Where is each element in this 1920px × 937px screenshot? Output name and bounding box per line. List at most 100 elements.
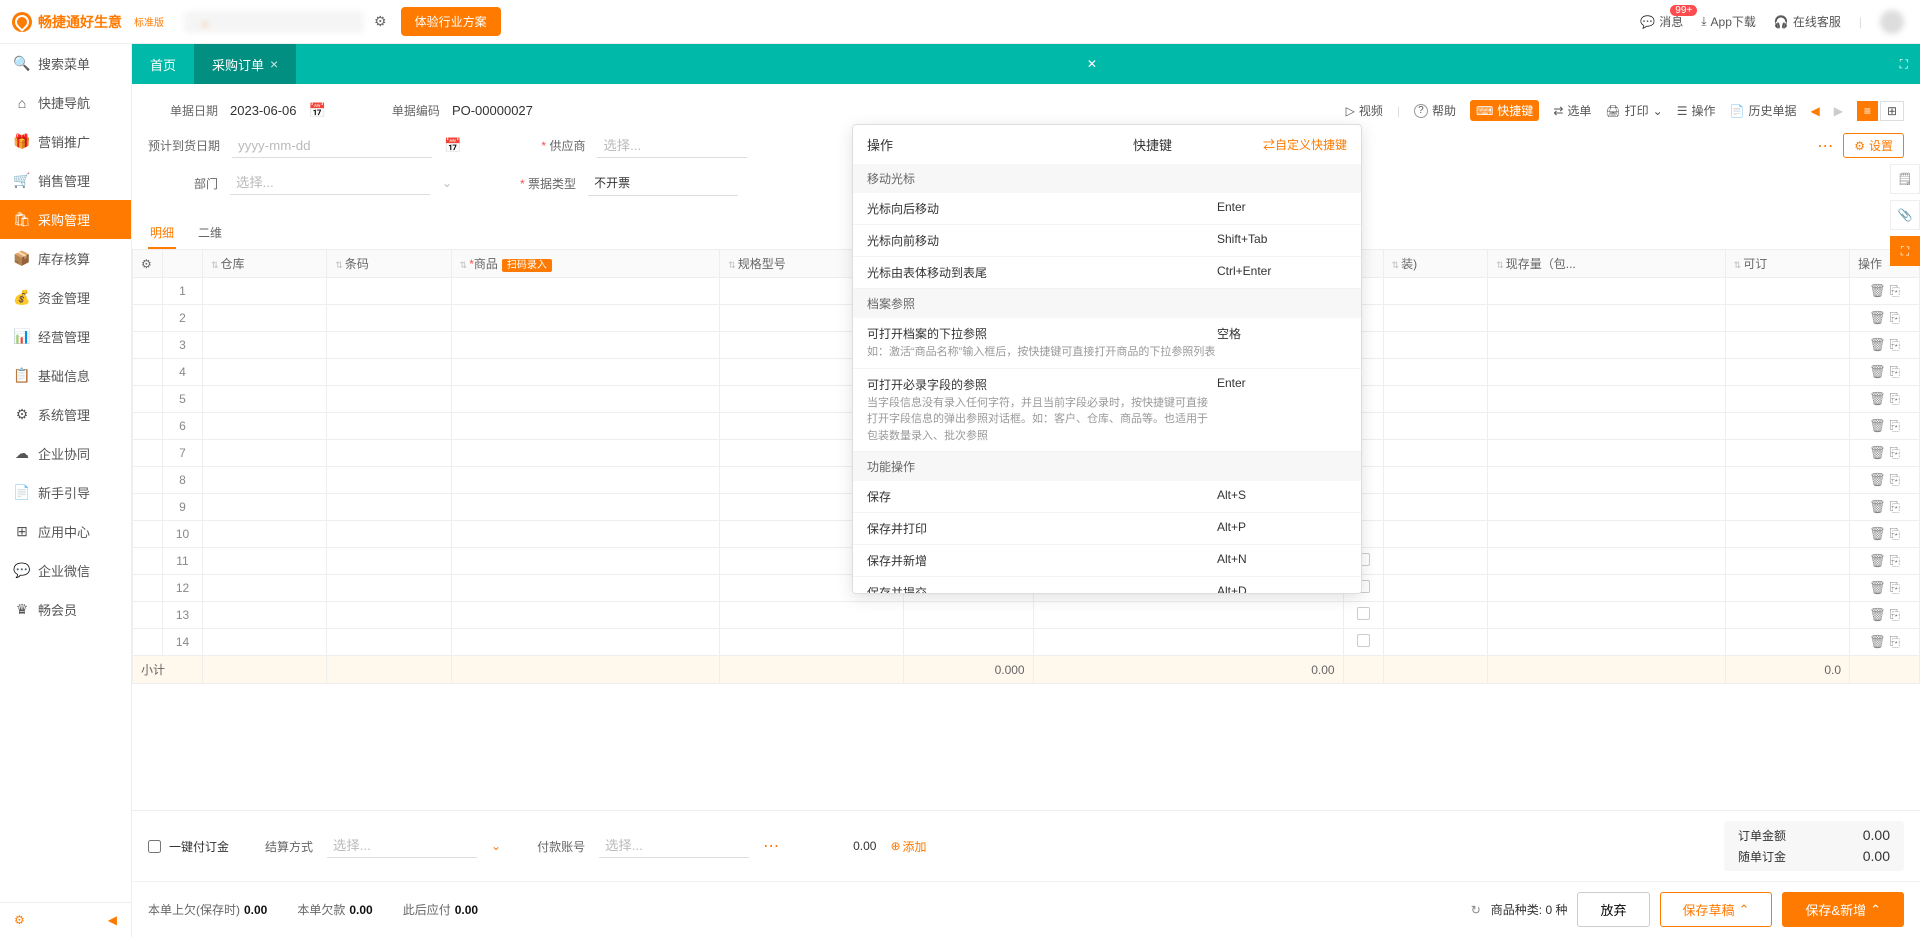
sidebar-item[interactable]: ♛畅会员 [0, 590, 131, 629]
copy-icon[interactable]: ⎘ [1890, 364, 1900, 379]
save-draft-button[interactable]: 保存草稿⌃ [1660, 892, 1773, 927]
col-avail[interactable]: 可订 [1725, 250, 1849, 278]
view-grid[interactable]: ⊞ [1880, 101, 1904, 121]
copy-icon[interactable]: ⎘ [1890, 499, 1900, 514]
gear-icon[interactable]: ⚙ [374, 13, 387, 30]
checkbox[interactable] [1357, 634, 1370, 647]
eta-input[interactable] [232, 134, 432, 158]
custom-shortcut-button[interactable]: ⇄自定义快捷键 [1263, 136, 1347, 153]
sidebar-item[interactable]: 📄新手引导 [0, 473, 131, 512]
collapse-icon[interactable]: ◀ [108, 913, 117, 927]
supplier-input[interactable] [597, 134, 747, 158]
delete-icon[interactable]: 🗑 [1869, 472, 1886, 487]
copy-icon[interactable]: ⎘ [1890, 337, 1900, 352]
copy-icon[interactable]: ⎘ [1890, 445, 1900, 460]
sidebar-item[interactable]: 🎁营销推广 [0, 122, 131, 161]
sidebar-item[interactable]: 📋基础信息 [0, 356, 131, 395]
rail-note-icon[interactable]: 🗒 [1890, 164, 1920, 194]
delete-icon[interactable]: 🗑 [1869, 445, 1886, 460]
invoice-type-value[interactable]: 不开票 [588, 170, 738, 196]
delete-icon[interactable]: 🗑 [1869, 364, 1886, 379]
calendar-icon[interactable]: 📅 [444, 137, 461, 154]
delete-icon[interactable]: 🗑 [1869, 607, 1886, 622]
copy-icon[interactable]: ⎘ [1890, 391, 1900, 406]
shortcut-button[interactable]: ⌨快捷键 [1470, 100, 1539, 121]
rail-attach-icon[interactable]: 📎 [1890, 200, 1920, 230]
save-new-button[interactable]: 保存&新增⌃ [1782, 892, 1904, 927]
sidebar-item[interactable]: 🛒销售管理 [0, 161, 131, 200]
col-barcode[interactable]: 条码 [327, 250, 451, 278]
dept-input[interactable] [230, 171, 430, 195]
copy-icon[interactable]: ⎘ [1890, 472, 1900, 487]
rail-expand-icon[interactable]: ⛶ [1890, 236, 1920, 266]
sidebar-item[interactable]: ☁企业协同 [0, 434, 131, 473]
app-download-button[interactable]: ⤓ App下载 [1701, 13, 1756, 30]
pay-all-checkbox[interactable]: 一键付订金 [148, 838, 229, 855]
discard-button[interactable]: 放弃 [1577, 892, 1649, 927]
sidebar-item[interactable]: ⊞应用中心 [0, 512, 131, 551]
calendar-icon[interactable]: 📅 [309, 102, 326, 119]
delete-icon[interactable]: 🗑 [1869, 580, 1886, 595]
table-row[interactable]: 14🗑⎘ [133, 629, 1920, 656]
select-button[interactable]: ⇄选单 [1553, 102, 1591, 119]
col-warehouse[interactable]: 仓库 [203, 250, 327, 278]
view-list[interactable]: ≡ [1857, 101, 1878, 121]
delete-icon[interactable]: 🗑 [1869, 418, 1886, 433]
settle-input[interactable] [327, 834, 477, 858]
help-button[interactable]: ?帮助 [1414, 102, 1456, 119]
delete-icon[interactable]: 🗑 [1869, 499, 1886, 514]
copy-icon[interactable]: ⎘ [1890, 310, 1900, 325]
print-button[interactable]: 🖨打印⌄ [1605, 102, 1662, 119]
sidebar-item[interactable]: ⚙系统管理 [0, 395, 131, 434]
user-menu[interactable] [1880, 10, 1908, 34]
tab[interactable]: 首页 [132, 44, 194, 84]
sidebar-item[interactable]: 📊经营管理 [0, 317, 131, 356]
copy-icon[interactable]: ⎘ [1890, 607, 1900, 622]
sidebar-item[interactable]: 🔍搜索菜单 [0, 44, 131, 83]
prev-icon[interactable]: ◀ [1810, 104, 1819, 118]
close-icon[interactable]: × [270, 56, 278, 72]
fullscreen-icon[interactable]: ⛶ [1888, 44, 1920, 84]
col-stock[interactable]: 现存量（包... [1488, 250, 1725, 278]
org-selector[interactable]: ⌄ [184, 11, 364, 33]
delete-icon[interactable]: 🗑 [1869, 283, 1886, 298]
support-button[interactable]: 🎧 在线客服 [1774, 13, 1841, 30]
settings-icon[interactable]: ⚙ [14, 913, 25, 927]
copy-icon[interactable]: ⎘ [1890, 283, 1900, 298]
ops-button[interactable]: ☰操作 [1677, 102, 1716, 119]
acct-input[interactable] [599, 834, 749, 858]
video-button[interactable]: ▷视频 [1346, 102, 1383, 119]
messages-button[interactable]: 💬 消息 99+ [1640, 13, 1683, 30]
checkbox[interactable] [1357, 607, 1370, 620]
scan-badge[interactable]: 扫码录入 [502, 259, 552, 272]
delete-icon[interactable]: 🗑 [1869, 391, 1886, 406]
copy-icon[interactable]: ⎘ [1890, 418, 1900, 433]
refresh-icon[interactable]: ↻ [1471, 903, 1481, 917]
chevron-down-icon[interactable]: ⌄ [442, 176, 452, 190]
col-pack[interactable]: 装) [1383, 250, 1488, 278]
col-gear[interactable]: ⚙ [133, 250, 163, 278]
sidebar-item[interactable]: 📦库存核算 [0, 239, 131, 278]
sidebar-item[interactable]: 💬企业微信 [0, 551, 131, 590]
copy-icon[interactable]: ⎘ [1890, 526, 1900, 541]
subtab-matrix[interactable]: 二维 [196, 218, 224, 249]
copy-icon[interactable]: ⎘ [1890, 580, 1900, 595]
table-row[interactable]: 13🗑⎘ [133, 602, 1920, 629]
more-icon[interactable]: ⋯ [1817, 136, 1833, 156]
delete-icon[interactable]: 🗑 [1869, 634, 1886, 649]
settings-button[interactable]: ⚙设置 [1843, 133, 1904, 158]
subtab-detail[interactable]: 明细 [148, 218, 176, 249]
delete-icon[interactable]: 🗑 [1869, 553, 1886, 568]
tab[interactable]: 采购订单× [194, 44, 296, 84]
col-product[interactable]: *商品扫码录入 [451, 250, 720, 278]
tab-close-all[interactable]: ✕ [1075, 44, 1109, 84]
chevron-down-icon[interactable]: ⌄ [491, 839, 501, 853]
sidebar-item[interactable]: ⌂快捷导航 [0, 83, 131, 122]
delete-icon[interactable]: 🗑 [1869, 310, 1886, 325]
copy-icon[interactable]: ⎘ [1890, 634, 1900, 649]
delete-icon[interactable]: 🗑 [1869, 526, 1886, 541]
trial-button[interactable]: 体验行业方案 [401, 7, 501, 36]
sidebar-item[interactable]: 💰资金管理 [0, 278, 131, 317]
history-button[interactable]: 📄历史单据 [1729, 102, 1796, 119]
add-button[interactable]: ⊕添加 [890, 838, 926, 855]
